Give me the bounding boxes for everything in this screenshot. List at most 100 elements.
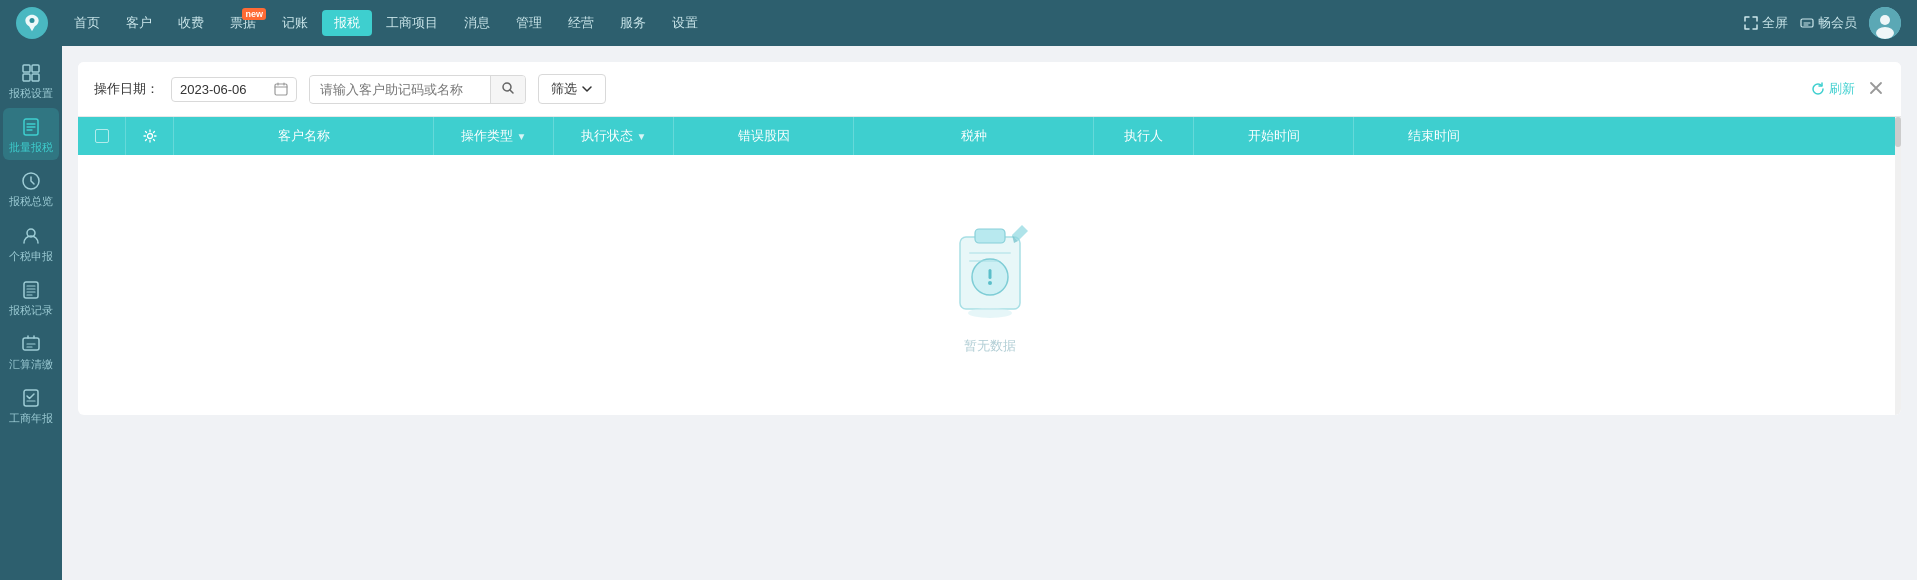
empty-illustration	[940, 215, 1040, 325]
fullscreen-label: 全屏	[1762, 14, 1788, 32]
sidebar-item-tax-summary-label: 报税总览	[9, 195, 53, 208]
svg-point-22	[988, 281, 992, 285]
th-executor-label: 执行人	[1124, 127, 1163, 145]
th-op-type[interactable]: 操作类型 ▼	[434, 117, 554, 155]
sidebar-item-tax-settings[interactable]: 报税设置	[3, 54, 59, 106]
th-executor: 执行人	[1094, 117, 1194, 155]
sidebar: 报税设置 批量报税 报税总览	[0, 46, 62, 580]
svg-point-17	[147, 134, 152, 139]
nav-item-settings[interactable]: 设置	[660, 10, 710, 36]
nav-badge-invoice: new	[242, 8, 266, 20]
member-label: 畅会员	[1818, 14, 1857, 32]
nav-item-manage[interactable]: 管理	[504, 10, 554, 36]
table-header: 客户名称 操作类型 ▼ 执行状态 ▼ 错误股因 税种	[78, 117, 1901, 155]
nav-item-tax[interactable]: 报税	[322, 10, 372, 36]
svg-rect-8	[32, 74, 39, 81]
svg-rect-5	[23, 65, 30, 72]
search-button[interactable]	[490, 76, 525, 103]
date-input[interactable]	[180, 82, 270, 97]
svg-point-23	[968, 308, 1012, 318]
refresh-button[interactable]: 刷新	[1811, 80, 1855, 98]
th-exec-status-label: 执行状态	[581, 127, 633, 145]
sidebar-item-tax-settings-label: 报税设置	[9, 87, 53, 100]
sidebar-item-annual-report-label: 工商年报	[9, 412, 53, 425]
search-input[interactable]	[310, 77, 490, 102]
nav-item-business[interactable]: 工商项目	[374, 10, 450, 36]
sidebar-item-tax-record-label: 报税记录	[9, 304, 53, 317]
date-picker[interactable]	[171, 77, 297, 102]
svg-point-0	[30, 18, 35, 23]
filter-label: 筛选	[551, 80, 577, 98]
sidebar-item-batch-tax-label: 批量报税	[9, 141, 53, 154]
refresh-icon	[1811, 82, 1825, 96]
empty-text: 暂无数据	[964, 337, 1016, 355]
main-content: 操作日期：	[62, 46, 1917, 580]
sidebar-item-batch-tax[interactable]: 批量报税	[3, 108, 59, 160]
th-tax-type-label: 税种	[961, 127, 987, 145]
layout: 报税设置 批量报税 报税总览	[0, 46, 1917, 580]
fullscreen-button[interactable]: 全屏	[1744, 14, 1788, 32]
nav-item-operation[interactable]: 经营	[556, 10, 606, 36]
sidebar-item-settlement-label: 汇算清缴	[9, 358, 53, 371]
avatar[interactable]	[1869, 7, 1901, 39]
svg-point-3	[1880, 15, 1890, 25]
search-wrap	[309, 75, 526, 104]
nav-item-account[interactable]: 记账	[270, 10, 320, 36]
calendar-icon	[274, 82, 288, 96]
th-tax-type: 税种	[854, 117, 1094, 155]
nav-item-invoice[interactable]: 票据new	[218, 10, 268, 36]
annual-report-icon	[20, 387, 42, 409]
th-end-time: 结束时间	[1354, 117, 1514, 155]
date-label: 操作日期：	[94, 80, 159, 98]
th-start-time-label: 开始时间	[1248, 127, 1300, 145]
toolbar-right: 刷新	[1811, 79, 1885, 100]
tax-settings-icon	[20, 62, 42, 84]
sidebar-item-personal-tax[interactable]: 个税申报	[3, 217, 59, 269]
filter-button[interactable]: 筛选	[538, 74, 606, 104]
vertical-scrollbar[interactable]	[1895, 117, 1901, 415]
svg-rect-21	[988, 269, 991, 279]
th-client-name: 客户名称	[174, 117, 434, 155]
th-exec-status[interactable]: 执行状态 ▼	[554, 117, 674, 155]
settlement-icon	[20, 333, 42, 355]
content-card: 操作日期：	[78, 62, 1901, 415]
select-all-checkbox[interactable]	[95, 129, 109, 143]
app-logo[interactable]	[16, 7, 48, 39]
nav-item-service[interactable]: 服务	[608, 10, 658, 36]
sidebar-item-personal-tax-label: 个税申报	[9, 250, 53, 263]
batch-tax-icon	[20, 116, 42, 138]
personal-tax-icon	[20, 225, 42, 247]
table: 客户名称 操作类型 ▼ 执行状态 ▼ 错误股因 税种	[78, 117, 1901, 415]
svg-rect-6	[32, 65, 39, 72]
settings-icon	[142, 128, 158, 144]
svg-point-4	[1876, 27, 1894, 39]
th-error-reason: 错误股因	[674, 117, 854, 155]
th-start-time: 开始时间	[1194, 117, 1354, 155]
chevron-down-icon	[581, 83, 593, 95]
nav-item-message[interactable]: 消息	[452, 10, 502, 36]
nav-menu: 首页客户收费票据new记账报税工商项目消息管理经营服务设置	[62, 10, 710, 36]
nav-item-customer[interactable]: 客户	[114, 10, 164, 36]
toolbar: 操作日期：	[78, 62, 1901, 117]
sidebar-item-tax-record[interactable]: 报税记录	[3, 271, 59, 323]
sidebar-item-settlement[interactable]: 汇算清缴	[3, 325, 59, 377]
top-nav: 首页客户收费票据new记账报税工商项目消息管理经营服务设置 全屏 畅会员	[0, 0, 1917, 46]
svg-rect-19	[975, 229, 1005, 243]
top-nav-right: 全屏 畅会员	[1744, 7, 1901, 39]
close-button[interactable]	[1867, 79, 1885, 100]
tax-record-icon	[20, 279, 42, 301]
th-error-reason-label: 错误股因	[738, 127, 790, 145]
close-icon	[1867, 79, 1885, 97]
sidebar-item-annual-report[interactable]: 工商年报	[3, 379, 59, 431]
sort-icon-op-type: ▼	[517, 131, 527, 142]
th-op-type-label: 操作类型	[461, 127, 513, 145]
sidebar-item-tax-summary[interactable]: 报税总览	[3, 162, 59, 214]
th-checkbox[interactable]	[78, 117, 126, 155]
nav-item-billing[interactable]: 收费	[166, 10, 216, 36]
member-button[interactable]: 畅会员	[1800, 14, 1857, 32]
nav-item-home[interactable]: 首页	[62, 10, 112, 36]
scrollbar-thumb[interactable]	[1895, 117, 1901, 147]
svg-rect-12	[24, 282, 38, 298]
tax-summary-icon	[20, 170, 42, 192]
search-icon	[501, 81, 515, 95]
